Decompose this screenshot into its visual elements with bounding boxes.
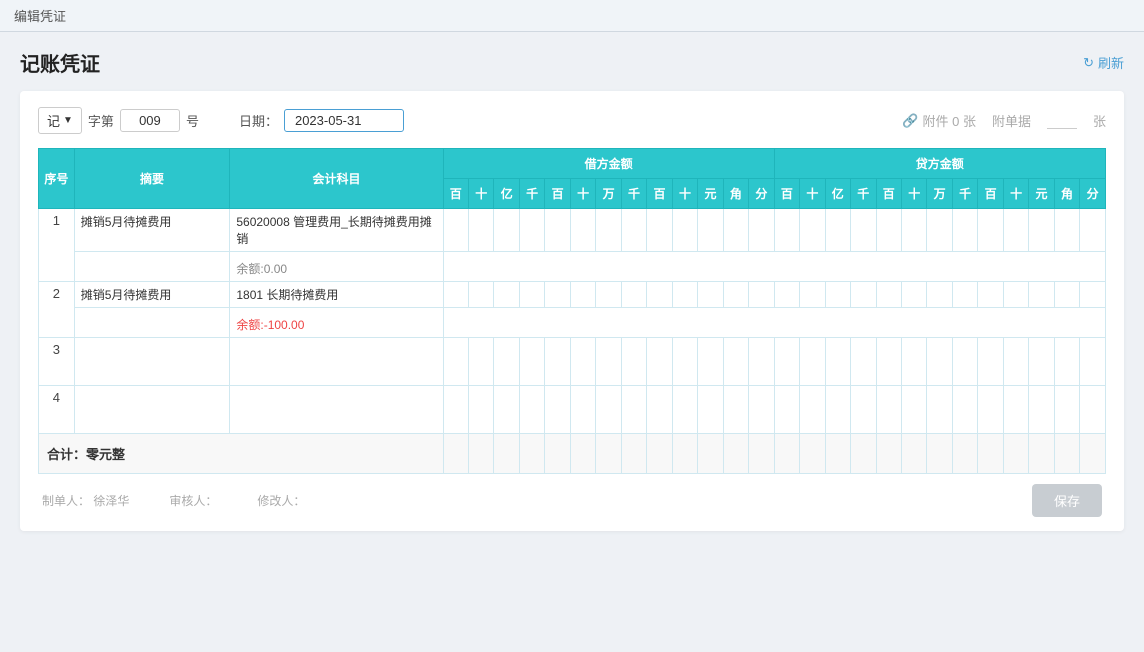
window-title: 编辑凭证 [14,6,66,25]
footer: 制单人： 徐泽华 审核人： 修改人： 保存 [38,474,1106,517]
voucher-number-input[interactable] [120,109,180,132]
th-debit-yi: 亿 [494,179,519,209]
th-credit-bai3: 百 [978,179,1003,209]
th-credit: 贷方金额 [774,149,1105,179]
modifier-label: 修改人： [257,492,305,509]
row-balance-summary-2 [74,308,230,338]
row-seq-1: 1 [39,209,75,282]
zidi-label: 字第 [88,111,114,130]
th-debit-qian1: 千 [519,179,544,209]
row-account-3[interactable] [230,338,443,386]
th-credit-bai2: 百 [876,179,901,209]
fudanju-label: 附单据 [992,111,1031,130]
row-account-2[interactable]: 1801 长期待摊费用 [230,282,443,308]
total-label: 合计：零元整 [39,434,444,474]
th-debit: 借方金额 [443,149,774,179]
th-debit-bai3: 百 [647,179,672,209]
auditor-label: 审核人： [169,492,217,509]
row-summary-2[interactable]: 摊销5月待摊费用 [74,282,230,308]
row-summary-3[interactable] [74,338,230,386]
row-seq-4: 4 [39,386,75,434]
table-row-balance-2: 余额:-100.00 [39,308,1106,338]
save-button[interactable]: 保存 [1032,484,1102,517]
row-account-4[interactable] [230,386,443,434]
th-debit-bai2: 百 [545,179,570,209]
th-credit-fen: 分 [1080,179,1106,209]
th-credit-qian2: 千 [952,179,977,209]
chevron-down-icon: ▼ [63,115,73,126]
th-debit-shi1: 十 [469,179,494,209]
page-title: 记账凭证 [20,48,100,77]
voucher-table: 序号 摘要 会计科目 借方金额 贷方金额 百 十 亿 千 百 十 [38,148,1106,474]
refresh-button[interactable]: ↻ 刷新 [1083,53,1124,72]
creator-label: 制单人： 徐泽华 [42,492,129,509]
paperclip-icon: 🔗 [902,113,918,129]
th-debit-fen: 分 [749,179,774,209]
row-seq-3: 3 [39,338,75,386]
th-debit-shi2: 十 [570,179,595,209]
th-credit-shi2: 十 [901,179,926,209]
row-account-1[interactable]: 56020008 管理费用_长期待摊费用摊销 [230,209,443,252]
row-balance-2: 余额:-100.00 [230,308,443,338]
th-debit-yuan: 元 [698,179,723,209]
th-account: 会计科目 [230,149,443,209]
table-row-3: 3 [39,338,1106,386]
th-credit-shi3: 十 [1003,179,1028,209]
table-row-2: 2 摊销5月待摊费用 1801 长期待摊费用 [39,282,1106,308]
th-debit-wan: 万 [596,179,621,209]
table-row: 1 摊销5月待摊费用 56020008 管理费用_长期待摊费用摊销 [39,209,1106,252]
table-row-4: 4 [39,386,1106,434]
zhang-label: 张 [1093,111,1106,130]
th-credit-bai1: 百 [774,179,799,209]
creator-name: 徐泽华 [93,494,129,508]
row-balance-1: 余额:0.00 [230,252,443,282]
th-debit-shi3: 十 [672,179,697,209]
th-credit-yi: 亿 [825,179,850,209]
voucher-type-dropdown[interactable]: 记 ▼ [38,107,82,134]
attachment-count: 附件 0 张 [923,111,976,130]
th-summary: 摘要 [74,149,230,209]
voucher-type-label: 记 [47,111,60,130]
row-balance-summary-1 [74,252,230,282]
th-credit-shi1: 十 [800,179,825,209]
table-row-balance-1: 余额:0.00 [39,252,1106,282]
hao-label: 号 [186,111,199,130]
date-label: 日期： [239,111,278,130]
row-summary-4[interactable] [74,386,230,434]
th-debit-jiao: 角 [723,179,748,209]
th-credit-wan: 万 [927,179,952,209]
total-row: 合计：零元整 [39,434,1106,474]
row-summary-1[interactable]: 摊销5月待摊费用 [74,209,230,252]
th-credit-yuan: 元 [1029,179,1054,209]
th-seq: 序号 [39,149,75,209]
date-input[interactable] [284,109,404,132]
th-credit-qian1: 千 [851,179,876,209]
th-credit-jiao: 角 [1054,179,1079,209]
th-debit-qian2: 千 [621,179,646,209]
th-debit-bai1: 百 [443,179,468,209]
zhang-input[interactable] [1047,113,1077,129]
refresh-icon: ↻ [1083,55,1094,71]
row-seq-2: 2 [39,282,75,338]
attachment-link[interactable]: 🔗 附件 0 张 [902,111,976,130]
